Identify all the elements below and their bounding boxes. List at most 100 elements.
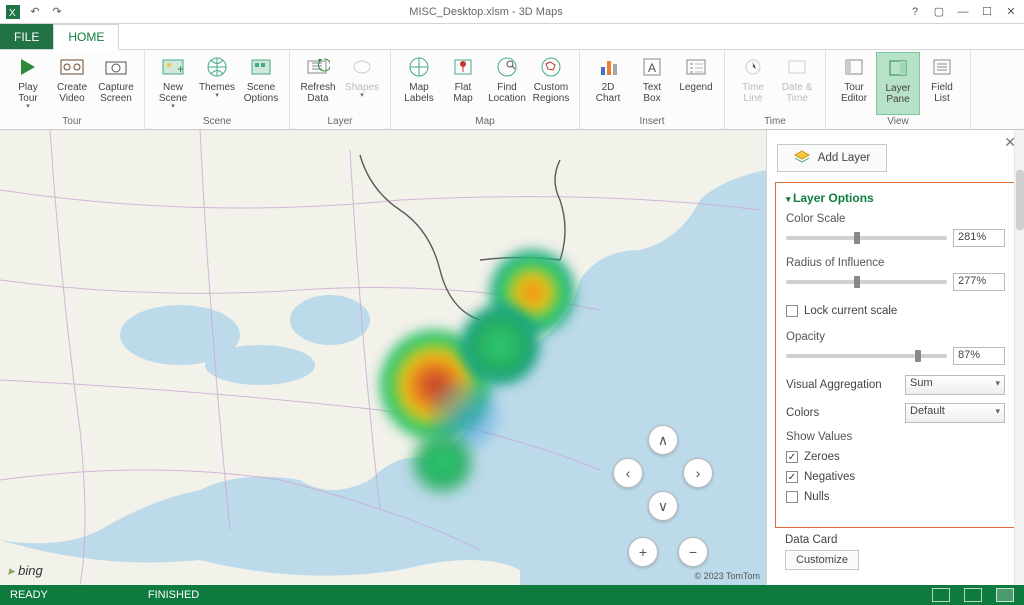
custom-regions-button[interactable]: CustomRegions [529, 52, 573, 115]
colors-select[interactable]: Default [905, 403, 1005, 423]
2d-chart-label: 2DChart [596, 82, 620, 104]
date-time-button: Date &Time [775, 52, 819, 115]
undo-icon[interactable]: ↶ [28, 5, 42, 19]
legend-button[interactable]: Legend [674, 52, 718, 115]
refresh-data-label: RefreshData [300, 82, 335, 104]
themes-label: Themes [199, 82, 235, 93]
map-tilt-up-button[interactable]: ∧ [648, 425, 678, 455]
tab-home[interactable]: HOME [53, 24, 119, 50]
flat-map-label: FlatMap [453, 82, 472, 104]
checkbox-icon [786, 305, 798, 317]
find-location-button[interactable]: FindLocation [485, 52, 529, 115]
opacity-label: Opacity [786, 331, 1005, 343]
status-icon-2[interactable] [964, 588, 982, 602]
opacity-input[interactable]: 87% [953, 347, 1005, 365]
data-card-label: Data Card [785, 534, 1006, 546]
time-line-label: TimeLine [742, 82, 764, 104]
text-box-label: TextBox [643, 82, 661, 104]
field-list-button[interactable]: FieldList [920, 52, 964, 115]
heat-spot [410, 430, 475, 495]
flat-map-button[interactable]: FlatMap [441, 52, 485, 115]
visual-aggregation-row: Visual Aggregation Sum [786, 375, 1005, 395]
scrollbar-thumb[interactable] [1016, 170, 1024, 230]
group-layer-label: Layer [296, 115, 384, 129]
tour-editor-label: TourEditor [841, 82, 867, 104]
map-zoom-in-button[interactable]: + [628, 537, 658, 567]
ribbon-options-icon[interactable]: ▢ [932, 5, 946, 19]
capture-screen-button[interactable]: CaptureScreen [94, 52, 138, 115]
map-rotate-left-button[interactable]: ‹ [613, 458, 643, 488]
lock-scale-checkbox[interactable]: Lock current scale [786, 301, 1005, 321]
negatives-checkbox[interactable]: ✓ Negatives [786, 467, 1005, 487]
zeroes-label: Zeroes [804, 451, 840, 463]
status-ready: READY [10, 589, 48, 601]
opacity-slider[interactable] [786, 354, 947, 358]
customize-button[interactable]: Customize [785, 550, 859, 570]
minimize-icon[interactable]: — [956, 5, 970, 19]
map-tilt-down-button[interactable]: ∨ [648, 491, 678, 521]
radius-field: Radius of Influence 277% [786, 257, 1005, 291]
tour-editor-button[interactable]: TourEditor [832, 52, 876, 115]
pane-scrollbar[interactable] [1014, 130, 1024, 585]
layer-pane-label: LayerPane [885, 83, 910, 105]
radius-label: Radius of Influence [786, 257, 1005, 269]
status-icon-1[interactable] [932, 588, 950, 602]
radius-input[interactable]: 277% [953, 273, 1005, 291]
checkbox-icon: ✓ [786, 451, 798, 463]
create-video-button[interactable]: CreateVideo [50, 52, 94, 115]
capture-screen-label: CaptureScreen [98, 82, 134, 104]
ribbon-tabs: FILE HOME [0, 24, 1024, 50]
radius-slider[interactable] [786, 280, 947, 284]
colors-row: Colors Default [786, 403, 1005, 423]
checkbox-icon [786, 491, 798, 503]
group-scene-label: Scene [151, 115, 283, 129]
add-layer-button[interactable]: Add Layer [777, 144, 887, 172]
play-tour-button[interactable]: PlayTour [6, 52, 50, 115]
layer-options-title[interactable]: Layer Options [786, 191, 1005, 205]
data-card-section: Data Card Customize [785, 534, 1006, 570]
shapes-label: Shapes [345, 82, 379, 93]
layers-icon [794, 150, 810, 167]
zeroes-checkbox[interactable]: ✓ Zeroes [786, 447, 1005, 467]
2d-chart-button[interactable]: 2DChart [586, 52, 630, 115]
colors-label: Colors [786, 407, 819, 419]
new-scene-label: NewScene [159, 82, 187, 104]
shapes-button[interactable]: Shapes [340, 52, 384, 115]
layer-pane-button[interactable]: LayerPane [876, 52, 920, 115]
create-video-label: CreateVideo [57, 82, 87, 104]
group-tour-label: Tour [6, 115, 138, 129]
visual-aggregation-label: Visual Aggregation [786, 379, 882, 391]
scene-options-button[interactable]: SceneOptions [239, 52, 283, 115]
text-box-button[interactable]: A TextBox [630, 52, 674, 115]
negatives-label: Negatives [804, 471, 855, 483]
color-scale-field: Color Scale 281% [786, 213, 1005, 247]
map-canvas[interactable]: ∧ ‹ › ∨ + − ▸ bing © 2023 TomTom [0, 130, 766, 585]
color-scale-slider[interactable] [786, 236, 947, 240]
group-layer: RefreshData Shapes Layer [290, 50, 391, 129]
help-icon[interactable]: ? [908, 5, 922, 19]
custom-regions-label: CustomRegions [533, 82, 570, 104]
nulls-label: Nulls [804, 491, 830, 503]
close-icon[interactable]: ✕ [1004, 5, 1018, 19]
map-rotate-right-button[interactable]: › [683, 458, 713, 488]
legend-label: Legend [679, 82, 712, 93]
themes-button[interactable]: Themes [195, 52, 239, 115]
map-zoom-out-button[interactable]: − [678, 537, 708, 567]
nulls-checkbox[interactable]: Nulls [786, 487, 1005, 507]
refresh-data-button[interactable]: RefreshData [296, 52, 340, 115]
find-location-label: FindLocation [488, 82, 526, 104]
map-labels-button[interactable]: MapLabels [397, 52, 441, 115]
status-icon-3[interactable] [996, 588, 1014, 602]
visual-aggregation-select[interactable]: Sum [905, 375, 1005, 395]
window-title: MISC_Desktop.xlsm - 3D Maps [64, 6, 908, 18]
redo-icon[interactable]: ↷ [50, 5, 64, 19]
tab-file[interactable]: FILE [0, 24, 53, 49]
show-values-group: Show Values ✓Zeroes ✓Negatives Nulls [786, 431, 1005, 507]
svg-text:A: A [648, 61, 656, 75]
color-scale-input[interactable]: 281% [953, 229, 1005, 247]
new-scene-button[interactable]: +NewScene [151, 52, 195, 115]
lock-scale-label: Lock current scale [804, 305, 897, 317]
maximize-icon[interactable]: ☐ [980, 5, 994, 19]
checkbox-icon: ✓ [786, 471, 798, 483]
group-view: TourEditor LayerPane FieldList View [826, 50, 971, 129]
